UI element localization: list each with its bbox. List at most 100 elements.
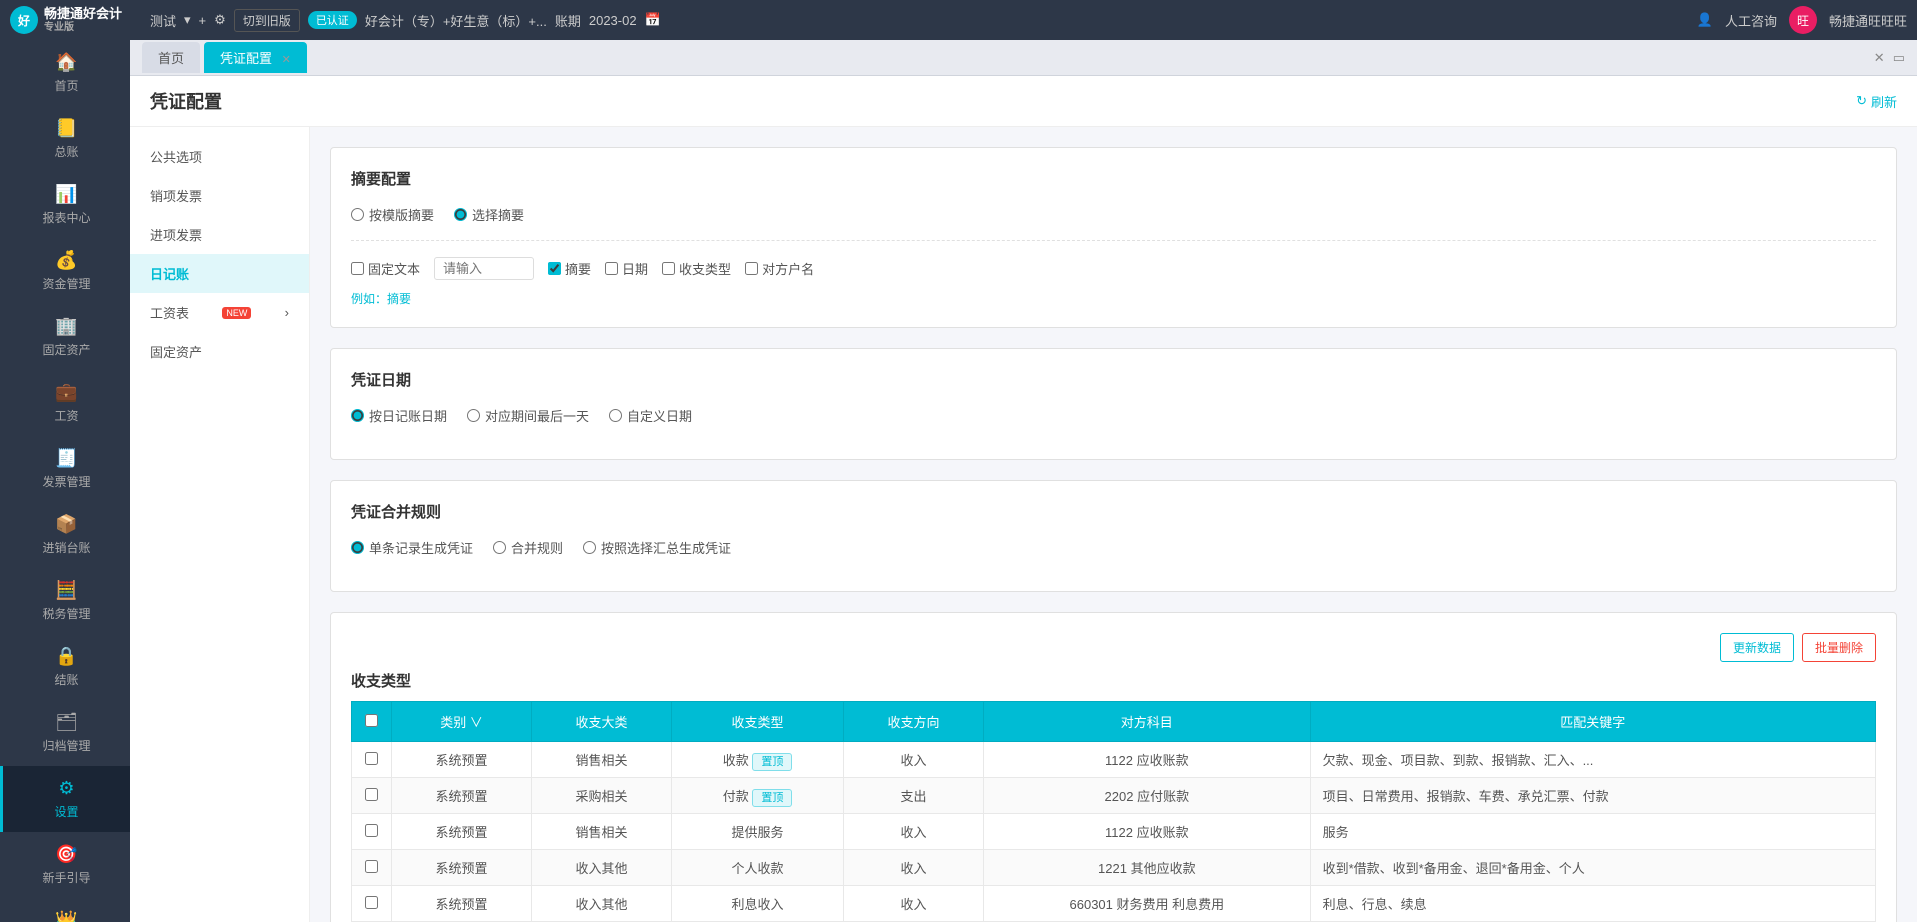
workspace-label[interactable]: 测试 bbox=[150, 11, 176, 30]
ledger-icon: 📒 bbox=[55, 118, 77, 139]
sidebar-item-settings[interactable]: ⚙设置 bbox=[0, 766, 130, 832]
batch-delete-button[interactable]: 批量删除 bbox=[1802, 633, 1876, 662]
row-checkbox[interactable] bbox=[352, 850, 392, 886]
row-counterpart-account: 2202 应付账款 bbox=[984, 778, 1311, 814]
refresh-icon: ↻ bbox=[1856, 93, 1867, 109]
avatar[interactable]: 旺 bbox=[1789, 6, 1817, 34]
switch-version-button[interactable]: 切到旧版 bbox=[234, 9, 300, 32]
row-checkbox[interactable] bbox=[352, 742, 392, 778]
sidebar-item-archive[interactable]: 🗂归档管理 bbox=[0, 700, 130, 766]
certified-badge: 已认证 bbox=[308, 11, 357, 29]
counterpart-checkbox[interactable]: 对方户名 bbox=[745, 259, 814, 278]
salary-icon: 💼 bbox=[55, 382, 77, 403]
merge-radio-merge[interactable]: 合并规则 bbox=[493, 538, 563, 557]
sidebar-item-member[interactable]: 👑畅会员 bbox=[0, 898, 130, 922]
col-type: 收支类型 bbox=[672, 702, 844, 742]
sidebar-item-salary[interactable]: 💼工资 bbox=[0, 370, 130, 436]
merge-rules-section: 凭证合并规则 单条记录生成凭证 合并规则 bbox=[330, 480, 1897, 592]
pin-tag[interactable]: 置顶 bbox=[752, 753, 792, 771]
nav-item-sales-invoice[interactable]: 销项发票 bbox=[130, 176, 309, 215]
row-direction: 收入 bbox=[844, 814, 984, 850]
nav-item-public[interactable]: 公共选项 bbox=[130, 137, 309, 176]
guide-icon: 🎯 bbox=[55, 844, 77, 865]
sidebar-label-settings: 设置 bbox=[54, 803, 78, 820]
row-type: 提供服务 bbox=[672, 814, 844, 850]
summary-radio-template[interactable]: 按模版摘要 bbox=[351, 205, 434, 224]
type-text: 提供服务 bbox=[732, 825, 784, 840]
row-keyword: 项目、日常费用、报销款、车费、承兑汇票、付款 bbox=[1310, 778, 1875, 814]
merge-radio-summary[interactable]: 按照选择汇总生成凭证 bbox=[583, 538, 731, 557]
date-radio-journal[interactable]: 按日记账日期 bbox=[351, 406, 447, 425]
tab-close-icon[interactable]: ✕ bbox=[282, 54, 291, 66]
tab-home[interactable]: 首页 bbox=[142, 42, 200, 73]
table-action-row: 更新数据 批量删除 bbox=[351, 633, 1876, 662]
row-counterpart-account: 660301 财务费用 利息费用 bbox=[984, 886, 1311, 922]
sidebar-item-purchase[interactable]: 📦进销台账 bbox=[0, 502, 130, 568]
row-keyword: 欠款、现金、项目款、到款、报销款、汇入、... bbox=[1310, 742, 1875, 778]
main-layout: 🏠首页📒总账📊报表中心💰资金管理🏢固定资产💼工资🧾发票管理📦进销台账🧮税务管理🔒… bbox=[0, 40, 1917, 922]
calendar-icon[interactable]: 📅 bbox=[645, 12, 661, 28]
col-checkbox[interactable] bbox=[352, 702, 392, 742]
account-info: 好会计（专）+好生意（标）+... bbox=[365, 11, 547, 30]
help-icon: 👤 bbox=[1697, 12, 1713, 28]
fixed-text-input[interactable] bbox=[434, 257, 534, 280]
settings-icon[interactable]: ⚙ bbox=[214, 12, 226, 28]
row-major: 采购相关 bbox=[532, 778, 672, 814]
abstract-checkbox[interactable]: 摘要 bbox=[548, 259, 591, 278]
reports-icon: 📊 bbox=[55, 184, 77, 205]
row-checkbox[interactable] bbox=[352, 814, 392, 850]
assets-icon: 🏢 bbox=[55, 316, 77, 337]
row-keyword: 服务 bbox=[1310, 814, 1875, 850]
sidebar-item-ledger[interactable]: 📒总账 bbox=[0, 106, 130, 172]
add-icon[interactable]: + bbox=[199, 13, 207, 28]
page-header: 凭证配置 ↻ 刷新 bbox=[130, 76, 1917, 127]
summary-radio-select[interactable]: 选择摘要 bbox=[454, 205, 524, 224]
sidebar-label-purchase: 进销台账 bbox=[42, 539, 90, 556]
row-counterpart-account: 1122 应收账款 bbox=[984, 742, 1311, 778]
merge-radio-single[interactable]: 单条记录生成凭证 bbox=[351, 538, 473, 557]
row-category: 系统预置 bbox=[392, 742, 532, 778]
sidebar-item-assets[interactable]: 🏢 固定资产 bbox=[0, 304, 130, 370]
page-content: 凭证配置 ↻ 刷新 公共选项 销项发票 进项发票 bbox=[130, 76, 1917, 922]
sidebar-label-assets: 固定资产 bbox=[42, 341, 90, 358]
merge-rules-radio-group: 单条记录生成凭证 合并规则 按照选择汇总生成凭证 bbox=[351, 538, 1876, 557]
username[interactable]: 畅捷通旺旺旺 bbox=[1829, 11, 1907, 30]
table-row: 系统预置 收入其他 个人收款 收入 1221 其他应收款 收到*借款、收到*备用… bbox=[352, 850, 1876, 886]
help-label[interactable]: 人工咨询 bbox=[1725, 11, 1777, 30]
tab-voucher-config[interactable]: 凭证配置 ✕ bbox=[204, 42, 307, 73]
date-radio-period-last[interactable]: 对应期间最后一天 bbox=[467, 406, 589, 425]
update-data-button[interactable]: 更新数据 bbox=[1720, 633, 1794, 662]
nav-item-fixed-assets[interactable]: 固定资产 bbox=[130, 332, 309, 371]
sidebar-item-tax[interactable]: 🧮税务管理 bbox=[0, 568, 130, 634]
sidebar-item-home[interactable]: 🏠首页 bbox=[0, 40, 130, 106]
fixed-text-checkbox[interactable]: 固定文本 bbox=[351, 259, 420, 278]
close-icon[interactable]: ✕ bbox=[1874, 50, 1885, 66]
row-type: 利息收入 bbox=[672, 886, 844, 922]
right-actions: 👤 人工咨询 旺 畅捷通旺旺旺 bbox=[1697, 6, 1907, 34]
nav-item-journal[interactable]: 日记账 bbox=[130, 254, 309, 293]
merge-rules-title: 凭证合并规则 bbox=[351, 501, 1876, 522]
nav-item-salary-table[interactable]: 工资表 NEW › bbox=[130, 293, 309, 332]
date-checkbox[interactable]: 日期 bbox=[605, 259, 648, 278]
type-checkbox[interactable]: 收支类型 bbox=[662, 259, 731, 278]
maximize-icon[interactable]: ▭ bbox=[1893, 50, 1905, 66]
logo-sub: 专业版 bbox=[44, 22, 122, 34]
sidebar-item-capital[interactable]: 💰资金管理 bbox=[0, 238, 130, 304]
form-area: 摘要配置 按模版摘要 选择摘要 bbox=[310, 127, 1917, 922]
chevron-down-icon[interactable]: ▾ bbox=[184, 12, 191, 28]
summary-section-title: 摘要配置 bbox=[351, 168, 1876, 189]
sidebar-item-closing[interactable]: 🔒结账 bbox=[0, 634, 130, 700]
period-label: 账期 bbox=[555, 11, 581, 30]
new-badge: NEW bbox=[222, 307, 251, 319]
sidebar-item-reports[interactable]: 📊报表中心 bbox=[0, 172, 130, 238]
row-checkbox[interactable] bbox=[352, 778, 392, 814]
sidebar-item-guide[interactable]: 🎯新手引导 bbox=[0, 832, 130, 898]
pin-tag[interactable]: 置顶 bbox=[752, 789, 792, 807]
date-radio-custom[interactable]: 自定义日期 bbox=[609, 406, 692, 425]
tab-bar: 首页 凭证配置 ✕ ✕ ▭ bbox=[130, 40, 1917, 76]
refresh-button[interactable]: ↻ 刷新 bbox=[1856, 92, 1897, 111]
sidebar-item-invoice_mgmt[interactable]: 🧾发票管理 bbox=[0, 436, 130, 502]
nav-item-purchase-invoice[interactable]: 进项发票 bbox=[130, 215, 309, 254]
row-checkbox[interactable] bbox=[352, 886, 392, 922]
row-major: 销售相关 bbox=[532, 814, 672, 850]
